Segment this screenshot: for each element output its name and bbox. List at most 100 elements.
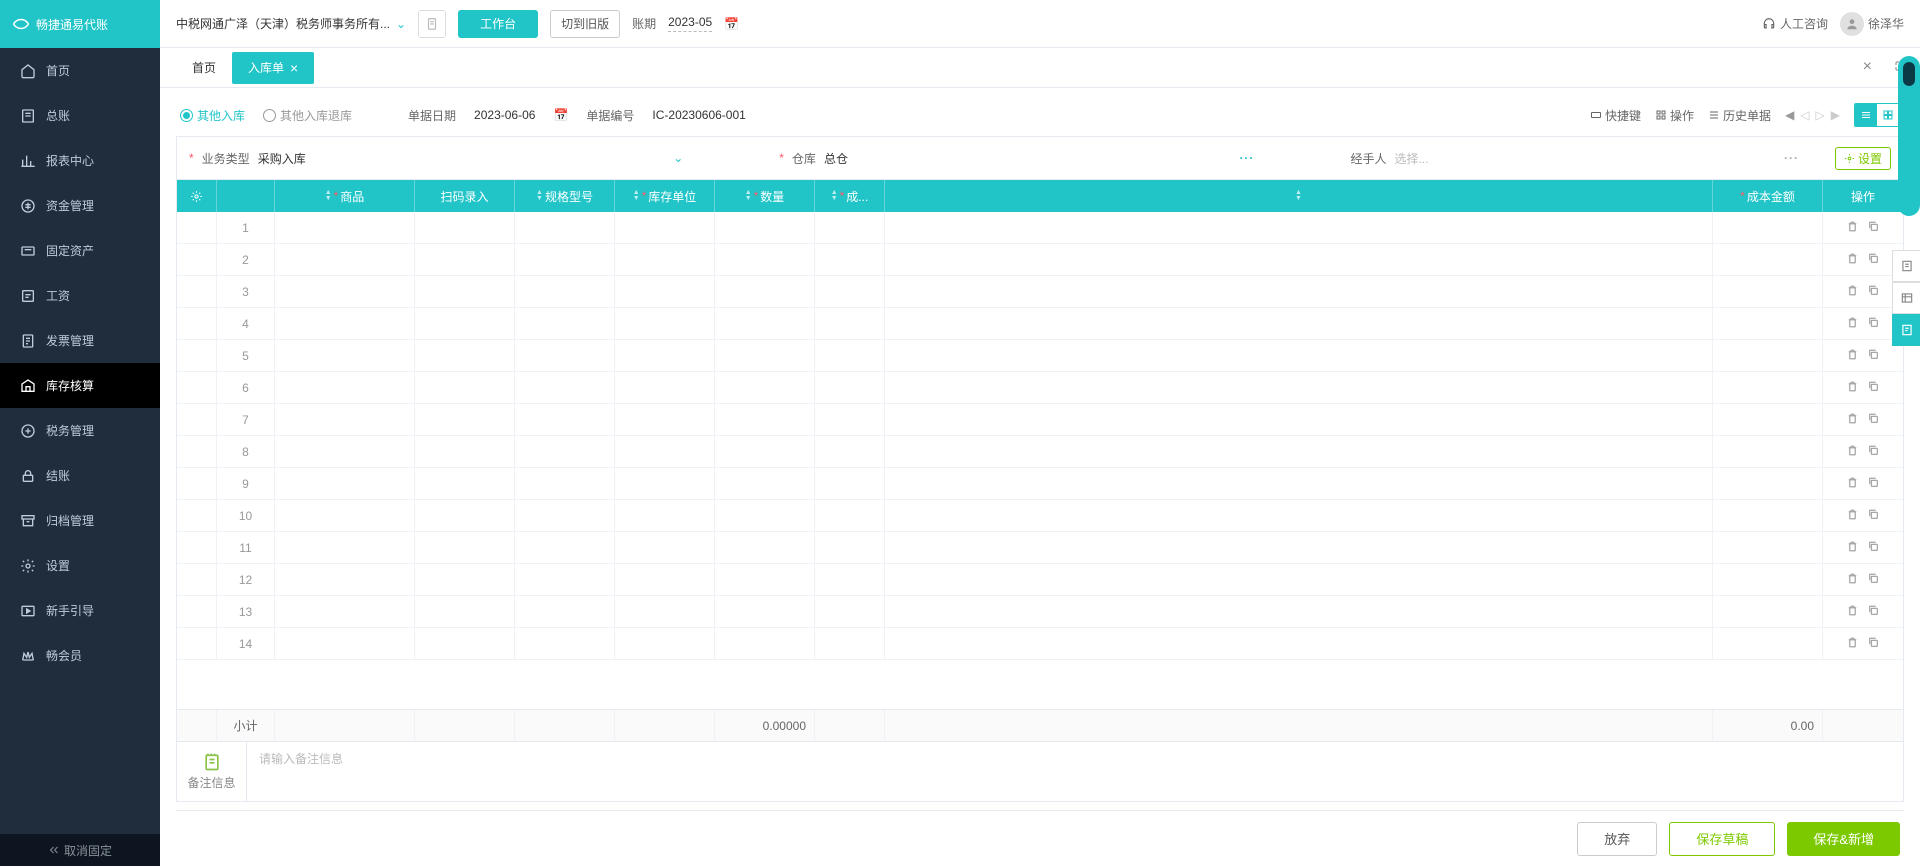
nav-closing[interactable]: 结账 (0, 453, 160, 498)
shortcut-link[interactable]: 快捷键 (1590, 107, 1641, 124)
company-selector[interactable]: 中税网通广泽（天津）税务师事务所有... ⌄ (176, 15, 406, 32)
date-picker-icon[interactable]: 📅 (553, 108, 568, 122)
nav-tax[interactable]: 税务管理 (0, 408, 160, 453)
col-scan[interactable]: 扫码录入 (415, 180, 515, 212)
copy-row-icon[interactable] (1867, 476, 1880, 492)
table-row[interactable]: 3 (177, 276, 1903, 308)
user-menu[interactable]: 徐泽华 (1840, 12, 1904, 36)
copy-row-icon[interactable] (1867, 444, 1880, 460)
warehouse-more-icon[interactable]: ··· (1239, 151, 1254, 165)
page-prev-icon[interactable]: ◁ (1800, 108, 1809, 122)
nav-invoice[interactable]: 发票管理 (0, 318, 160, 363)
nav-settings[interactable]: 设置 (0, 543, 160, 588)
doc-icon-btn[interactable] (418, 10, 446, 38)
col-unit[interactable]: ▲▼*库存单位 (615, 180, 715, 212)
table-row[interactable]: 6 (177, 372, 1903, 404)
delete-row-icon[interactable] (1846, 508, 1859, 524)
copy-row-icon[interactable] (1867, 316, 1880, 332)
nav-archive[interactable]: 归档管理 (0, 498, 160, 543)
copy-row-icon[interactable] (1867, 284, 1880, 300)
radio-other-return[interactable]: 其他入库退库 (263, 107, 352, 124)
col-product[interactable]: ▲▼*商品 (275, 180, 415, 212)
copy-row-icon[interactable] (1867, 540, 1880, 556)
table-row[interactable]: 8 (177, 436, 1903, 468)
delete-row-icon[interactable] (1846, 348, 1859, 364)
biztype-dropdown-icon[interactable]: ⌄ (673, 151, 683, 165)
copy-row-icon[interactable] (1867, 348, 1880, 364)
page-last-icon[interactable]: ▶ (1831, 108, 1840, 122)
nav-asset[interactable]: 固定资产 (0, 228, 160, 273)
radio-other-in[interactable]: 其他入库 (180, 107, 245, 124)
nav-home[interactable]: 首页 (0, 48, 160, 93)
side-slider[interactable] (1898, 56, 1920, 216)
settings-button[interactable]: 设置 (1835, 147, 1891, 170)
handler-input[interactable]: 选择... (1394, 150, 1428, 167)
remark-input[interactable]: 请输入备注信息 (247, 742, 1903, 801)
view-grid-icon[interactable] (1877, 104, 1899, 126)
nav-inventory[interactable]: 库存核算 (0, 363, 160, 408)
delete-row-icon[interactable] (1846, 604, 1859, 620)
nav-fund[interactable]: 资金管理 (0, 183, 160, 228)
copy-row-icon[interactable] (1867, 604, 1880, 620)
delete-row-icon[interactable] (1846, 540, 1859, 556)
page-next-icon[interactable]: ▷ (1816, 108, 1825, 122)
col-spec[interactable]: ▲▼规格型号 (515, 180, 615, 212)
delete-row-icon[interactable] (1846, 284, 1859, 300)
table-row[interactable]: 10 (177, 500, 1903, 532)
biztype-value[interactable]: 采购入库 (258, 150, 318, 167)
table-row[interactable]: 13 (177, 596, 1903, 628)
period-value[interactable]: 2023-05 (668, 15, 712, 32)
copy-row-icon[interactable] (1867, 572, 1880, 588)
workbench-button[interactable]: 工作台 (458, 10, 538, 38)
switch-old-button[interactable]: 切到旧版 (550, 10, 620, 38)
delete-row-icon[interactable] (1846, 636, 1859, 652)
nav-salary[interactable]: 工资 (0, 273, 160, 318)
table-row[interactable]: 1 (177, 212, 1903, 244)
delete-row-icon[interactable] (1846, 380, 1859, 396)
col-qty[interactable]: ▲▼*数量 (715, 180, 815, 212)
nav-guide[interactable]: 新手引导 (0, 588, 160, 633)
col-cost[interactable]: ▲▼*成... (815, 180, 885, 212)
sidebar-collapse[interactable]: 取消固定 (0, 834, 160, 866)
save-new-button[interactable]: 保存&新增 (1787, 822, 1900, 856)
operate-link[interactable]: 操作 (1655, 107, 1694, 124)
history-link[interactable]: 历史单据 (1708, 107, 1771, 124)
copy-row-icon[interactable] (1867, 508, 1880, 524)
nav-vip[interactable]: 畅会员 (0, 633, 160, 678)
save-draft-button[interactable]: 保存草稿 (1669, 822, 1775, 856)
warehouse-value[interactable]: 总仓 (824, 150, 884, 167)
tab-close-icon[interactable]: × (290, 61, 298, 75)
close-all-tabs[interactable]: × (1863, 58, 1872, 76)
table-row[interactable]: 7 (177, 404, 1903, 436)
nav-report[interactable]: 报表中心 (0, 138, 160, 183)
table-row[interactable]: 4 (177, 308, 1903, 340)
doc-date-value[interactable]: 2023-06-06 (474, 108, 535, 122)
table-row[interactable]: 12 (177, 564, 1903, 596)
view-list-icon[interactable] (1855, 104, 1877, 126)
col-cost-amt[interactable]: *成本金额 (1713, 180, 1823, 212)
table-row[interactable]: 2 (177, 244, 1903, 276)
delete-row-icon[interactable] (1846, 476, 1859, 492)
tab-inbound[interactable]: 入库单× (232, 52, 314, 84)
table-row[interactable]: 14 (177, 628, 1903, 660)
delete-row-icon[interactable] (1846, 572, 1859, 588)
tool-2[interactable] (1892, 282, 1920, 314)
delete-row-icon[interactable] (1846, 444, 1859, 460)
table-row[interactable]: 11 (177, 532, 1903, 564)
delete-row-icon[interactable] (1846, 316, 1859, 332)
handler-more-icon[interactable]: ··· (1784, 151, 1799, 165)
col-blank[interactable]: ▲▼ (885, 180, 1713, 212)
copy-row-icon[interactable] (1867, 636, 1880, 652)
support-link[interactable]: 人工咨询 (1762, 15, 1828, 32)
tool-1[interactable] (1892, 250, 1920, 282)
delete-row-icon[interactable] (1846, 252, 1859, 268)
delete-row-icon[interactable] (1846, 220, 1859, 236)
page-first-icon[interactable]: ◀ (1785, 108, 1794, 122)
discard-button[interactable]: 放弃 (1577, 822, 1657, 856)
delete-row-icon[interactable] (1846, 412, 1859, 428)
table-row[interactable]: 9 (177, 468, 1903, 500)
copy-row-icon[interactable] (1867, 252, 1880, 268)
nav-ledger[interactable]: 总账 (0, 93, 160, 138)
copy-row-icon[interactable] (1867, 412, 1880, 428)
tool-3[interactable] (1892, 314, 1920, 346)
